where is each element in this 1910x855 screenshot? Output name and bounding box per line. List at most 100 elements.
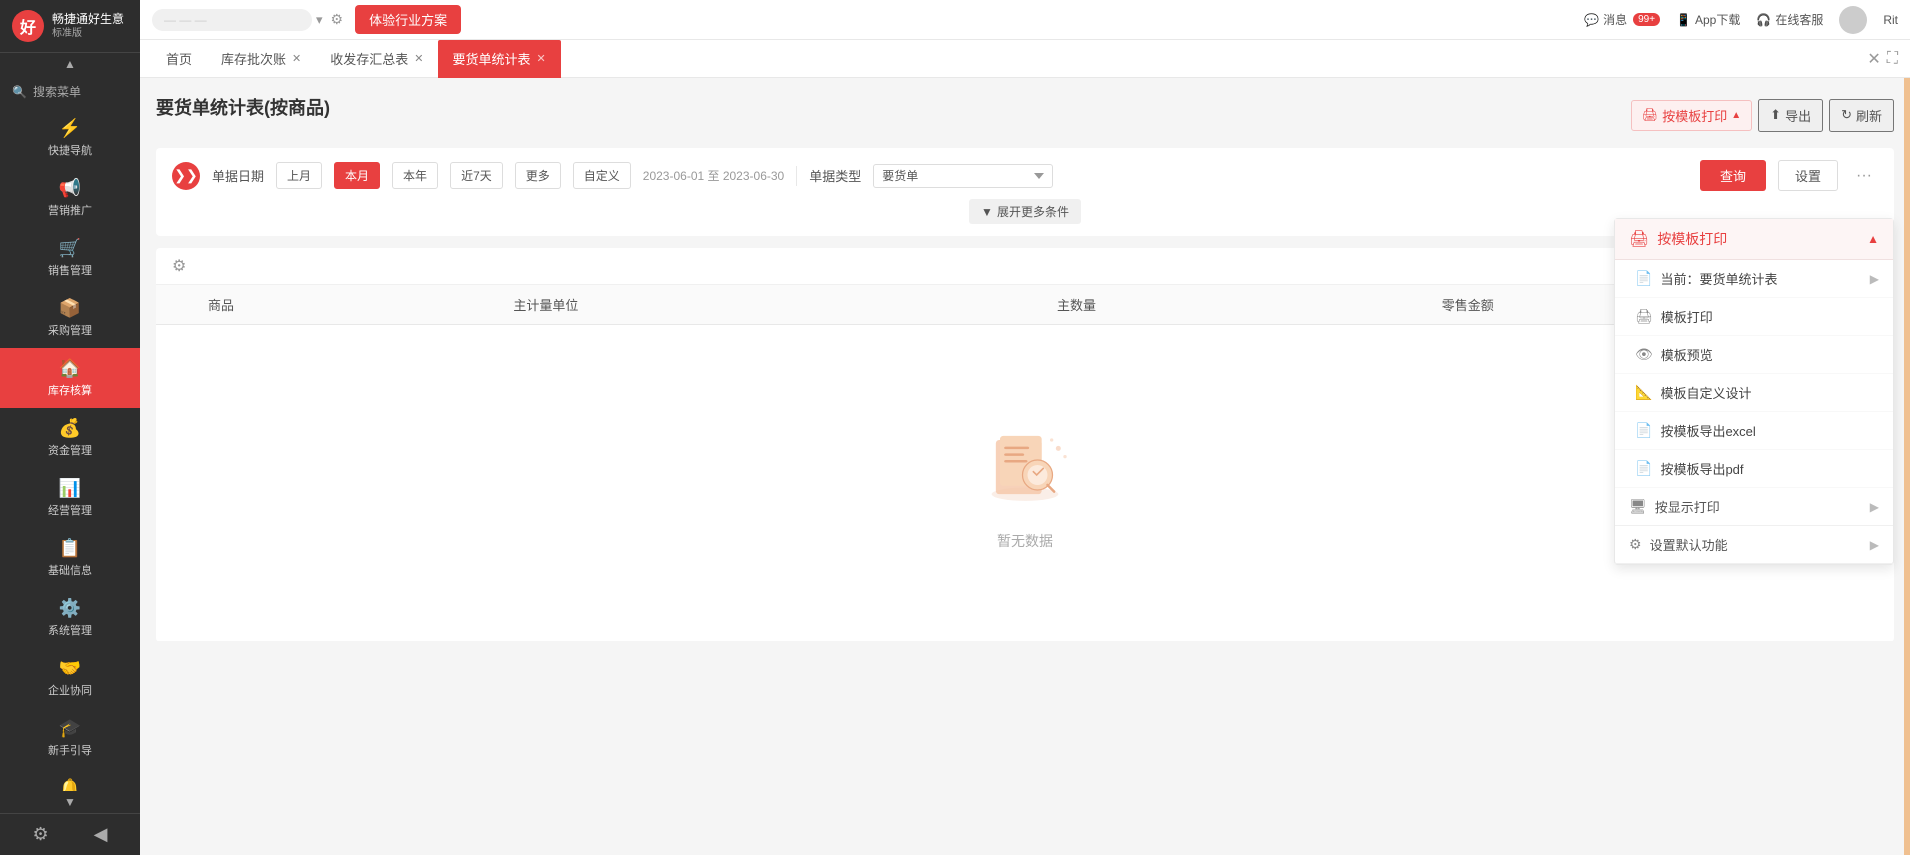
tab-collection-summary-close[interactable]: ✕ — [414, 52, 423, 65]
tabs-maximize-icon[interactable]: ⛶ — [1887, 50, 1898, 68]
more-options-icon[interactable]: ··· — [1850, 167, 1878, 185]
settings-icon[interactable]: ⚙ — [33, 824, 49, 845]
dropdown-current-template[interactable]: 📄 当前：要货单统计表 ▶ — [1615, 260, 1893, 298]
refresh-button[interactable]: ↻ 刷新 — [1829, 99, 1894, 132]
marketing-icon: 📢 — [59, 178, 81, 199]
message-icon: 💬 — [1584, 13, 1599, 27]
print-button[interactable]: 🖨 按模板打印 ▲ — [1631, 100, 1752, 131]
sidebar-logo: 好 畅捷通好生意 标准版 — [0, 0, 140, 53]
settings-button[interactable]: 设置 — [1778, 160, 1838, 191]
empty-text: 暂无数据 — [997, 531, 1053, 551]
sidebar-bottom: ⚙ ◀ — [0, 813, 140, 855]
date-btn-this-year[interactable]: 本年 — [392, 162, 438, 189]
topbar-right: 💬 消息 99+ 📱 App下载 🎧 在线客服 Rit — [1584, 6, 1898, 34]
sidebar: 好 畅捷通好生意 标准版 ▲ 🔍 搜索菜单 ⚡ 快捷导航 📢 营销推广 🛒 销售… — [0, 0, 140, 855]
purchase-icon: 📦 — [59, 298, 81, 319]
sidebar-item-marketing[interactable]: 📢 营销推广 — [0, 168, 140, 228]
col-quantity: 主数量 — [1045, 285, 1430, 325]
sidebar-scroll-down[interactable]: ▼ — [0, 791, 140, 813]
empty-illustration — [975, 415, 1075, 515]
export-button[interactable]: ⬆ 导出 — [1758, 99, 1823, 132]
app-logo-icon: 好 — [12, 10, 44, 42]
tab-collection-summary[interactable]: 收发存汇总表 ✕ — [316, 40, 438, 78]
system-icon: ⚙️ — [59, 598, 81, 619]
sidebar-item-finance[interactable]: 💰 资金管理 — [0, 408, 140, 468]
sidebar-item-sales[interactable]: 🛒 销售管理 — [0, 228, 140, 288]
tab-home[interactable]: 首页 — [152, 40, 207, 78]
date-btn-last-month[interactable]: 上月 — [276, 162, 322, 189]
sidebar-item-quick-nav[interactable]: ⚡ 快捷导航 — [0, 108, 140, 168]
template-print-icon: 🖨 — [1635, 308, 1653, 325]
app-download-icon: 📱 — [1676, 13, 1691, 27]
headset-icon: 🎧 — [1756, 13, 1771, 27]
tabs-close-all-icon[interactable]: ✕ — [1867, 49, 1880, 69]
basic-info-icon: 📋 — [59, 538, 81, 559]
sidebar-item-system[interactable]: ⚙️ 系统管理 — [0, 588, 140, 648]
sidebar-item-collab[interactable]: 🤝 企业协同 — [0, 648, 140, 708]
filter-divider — [796, 166, 797, 186]
display-print-icon: 🖥 — [1629, 498, 1647, 515]
export-icon: ⬆ — [1770, 107, 1781, 123]
type-filter-select[interactable]: 要货单 — [873, 164, 1053, 188]
dropdown-display-print[interactable]: 🖥 按显示打印 ▶ — [1615, 488, 1893, 526]
dropdown-template-export-excel[interactable]: 📄 按模板导出excel — [1615, 412, 1893, 450]
col-unit: 主计量单位 — [501, 285, 1045, 325]
user-avatar[interactable] — [1839, 6, 1867, 34]
template-export-pdf-icon: 📄 — [1635, 460, 1652, 477]
sidebar-search[interactable]: 🔍 搜索菜单 — [0, 75, 140, 108]
date-btn-more[interactable]: 更多 — [515, 162, 561, 189]
sidebar-item-basic-info[interactable]: 📋 基础信息 — [0, 528, 140, 588]
date-btn-7days[interactable]: 近7天 — [450, 162, 503, 189]
online-service-button[interactable]: 🎧 在线客服 — [1756, 11, 1823, 28]
message-button[interactable]: 💬 消息 99+ — [1584, 11, 1660, 28]
expand-more-button[interactable]: ▼ 展开更多条件 — [969, 199, 1081, 224]
tab-order-stats[interactable]: 要货单统计表 ✕ — [438, 40, 560, 78]
sidebar-item-newbie[interactable]: 🎓 新手引导 — [0, 708, 140, 768]
dropdown-template-print[interactable]: 🖨 模板打印 — [1615, 298, 1893, 336]
date-range-display: 2023-06-01 至 2023-06-30 — [643, 167, 784, 184]
sidebar-item-purchase[interactable]: 📦 采购管理 — [0, 288, 140, 348]
template-preview-icon: 👁 — [1635, 346, 1653, 363]
page-title: 要货单统计表(按商品) — [156, 94, 330, 120]
date-btn-custom[interactable]: 自定义 — [573, 162, 631, 189]
sales-icon: 🛒 — [59, 238, 81, 259]
sidebar-item-app-center[interactable]: 🔔 应用中心 — [0, 768, 140, 791]
topbar-dropdown-icon[interactable]: ▾ — [316, 12, 323, 28]
dropdown-template-preview[interactable]: 👁 模板预览 — [1615, 336, 1893, 374]
sidebar-item-inventory[interactable]: 🏠 库存核算 — [0, 348, 140, 408]
newbie-icon: 🎓 — [59, 718, 81, 739]
inventory-icon: 🏠 — [59, 358, 81, 379]
current-template-icon: 📄 — [1635, 270, 1652, 287]
finance-icon: 💰 — [59, 418, 81, 439]
app-download-button[interactable]: 📱 App下载 — [1676, 11, 1740, 28]
printer-icon: 🖨 — [1642, 107, 1659, 123]
tab-order-stats-close[interactable]: ✕ — [537, 52, 546, 65]
trial-button[interactable]: 体验行业方案 — [355, 5, 461, 34]
query-button[interactable]: 查询 — [1700, 160, 1766, 191]
print-arrow-icon: ▲ — [1731, 110, 1741, 121]
tab-batch-account[interactable]: 库存批次账 ✕ — [207, 40, 316, 78]
tab-batch-account-close[interactable]: ✕ — [292, 52, 301, 65]
collab-icon: 🤝 — [59, 658, 81, 679]
topbar-gear-icon[interactable]: ⚙ — [331, 11, 344, 28]
date-filter-label: 单据日期 — [212, 166, 264, 185]
main-area: — — — ▾ ⚙ 体验行业方案 💬 消息 99+ 📱 App下载 🎧 在线客服… — [140, 0, 1910, 855]
set-default-arrow-icon: ▶ — [1870, 538, 1879, 552]
collapse-icon[interactable]: ◀ — [94, 824, 108, 845]
resize-handle[interactable] — [1904, 78, 1910, 855]
sidebar-item-operations[interactable]: 📊 经营管理 — [0, 468, 140, 528]
operations-icon: 📊 — [59, 478, 81, 499]
sidebar-scroll-up[interactable]: ▲ — [0, 53, 140, 75]
dropdown-template-custom[interactable]: 📐 模板自定义设计 — [1615, 374, 1893, 412]
dropdown-header[interactable]: 🖨 按模板打印 ▲ — [1615, 219, 1893, 260]
type-filter-label: 单据类型 — [809, 166, 861, 185]
table-settings-icon[interactable]: ⚙ — [172, 256, 186, 276]
date-btn-this-month[interactable]: 本月 — [334, 162, 380, 189]
app-center-icon: 🔔 — [59, 778, 81, 791]
app-logo-text: 畅捷通好生意 标准版 — [52, 11, 124, 42]
dropdown-template-export-pdf[interactable]: 📄 按模板导出pdf — [1615, 450, 1893, 488]
dropdown-set-default[interactable]: ⚙ 设置默认功能 ▶ — [1615, 526, 1893, 564]
filter-expand-button[interactable]: ❯❯ — [172, 162, 200, 190]
refresh-icon: ↻ — [1841, 107, 1852, 123]
display-print-arrow-icon: ▶ — [1870, 500, 1879, 514]
